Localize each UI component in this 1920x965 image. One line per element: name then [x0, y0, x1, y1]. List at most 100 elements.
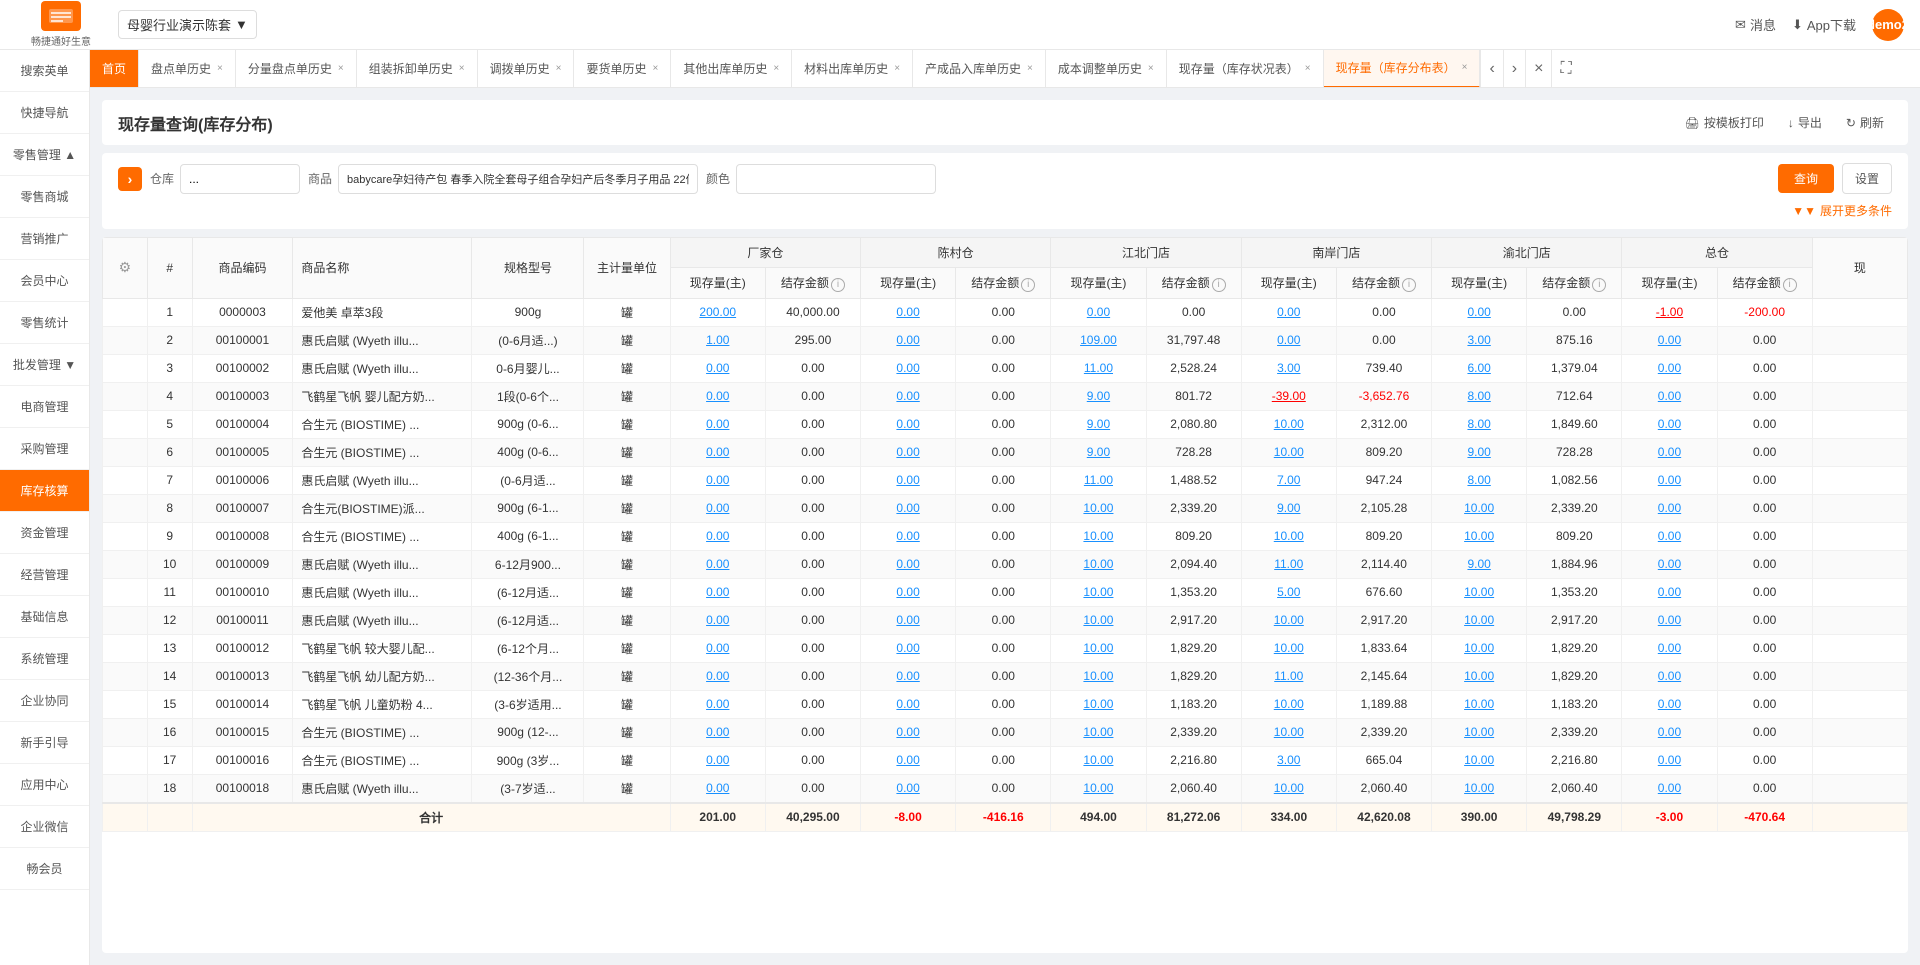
tab-stock-status[interactable]: 现存量（库存状况表） ×: [1167, 50, 1324, 88]
cell-w3-qty: 9.00: [1051, 438, 1146, 466]
w1-info-icon[interactable]: i: [831, 278, 845, 292]
close-tab-3[interactable]: ×: [459, 63, 465, 74]
color-input[interactable]: [736, 164, 936, 194]
query-button[interactable]: 查询: [1778, 164, 1834, 193]
app-download-btn[interactable]: ⬇ App下载: [1792, 15, 1856, 34]
cell-code: 00100010: [192, 578, 293, 606]
cell-name: 惠氏启赋 (Wyeth illu...: [293, 578, 472, 606]
close-tab-8[interactable]: ×: [1027, 63, 1033, 74]
sidebar-item-appcenter[interactable]: 应用中心: [0, 764, 89, 806]
cell-w1-qty: 0.00: [670, 718, 765, 746]
expand-filter-btn[interactable]: ▼▼ 展开更多条件: [1792, 202, 1892, 219]
close-tab-2[interactable]: ×: [338, 63, 344, 74]
sidebar-item-enterprise[interactable]: 企业协同: [0, 680, 89, 722]
cell-checkbox: [103, 690, 148, 718]
close-tab-6[interactable]: ×: [773, 63, 779, 74]
summary-w3-qty: 494.00: [1051, 803, 1146, 832]
cell-w3-qty: 9.00: [1051, 382, 1146, 410]
sidebar-item-inventory[interactable]: 库存核算: [0, 470, 89, 512]
sidebar-item-search[interactable]: 搜索英单: [0, 50, 89, 92]
tab-stock-dist[interactable]: 现存量（库存分布表） ×: [1324, 50, 1481, 88]
sidebar-item-mall[interactable]: 零售商城: [0, 176, 89, 218]
close-tab-11[interactable]: ×: [1462, 62, 1468, 73]
total-info-icon[interactable]: i: [1783, 278, 1797, 292]
cell-total-amt: 0.00: [1717, 550, 1812, 578]
sidebar-item-wholesale[interactable]: 批发管理 ▼: [0, 344, 89, 386]
print-btn[interactable]: 🖨 按模板打印: [1677, 110, 1772, 135]
settings-button[interactable]: 设置: [1842, 163, 1892, 194]
cell-w2-qty: 0.00: [861, 382, 956, 410]
tab-material-out[interactable]: 材料出库单历史 ×: [792, 50, 913, 88]
store-name: 母婴行业演示陈套: [127, 15, 231, 34]
sidebar-item-marketing[interactable]: 营销推广: [0, 218, 89, 260]
cell-w1-amt: 0.00: [765, 774, 860, 803]
tab-home[interactable]: 首页: [90, 50, 139, 88]
tab-other-out[interactable]: 其他出库单历史 ×: [671, 50, 792, 88]
w3-info-icon[interactable]: i: [1212, 278, 1226, 292]
store-selector[interactable]: 母婴行业演示陈套 ▼: [118, 10, 257, 39]
table-row: 7 00100006 惠氏启赋 (Wyeth illu... (0-6月适...…: [103, 466, 1908, 494]
cell-w3-amt: 1,829.20: [1146, 662, 1241, 690]
cell-code: 00100012: [192, 634, 293, 662]
cell-w3-amt: 728.28: [1146, 438, 1241, 466]
cell-w2-qty: 0.00: [861, 746, 956, 774]
sidebar-item-purchase[interactable]: 采购管理: [0, 428, 89, 470]
w5-info-icon[interactable]: i: [1592, 278, 1606, 292]
tab-inventory-check[interactable]: 盘点单历史 ×: [139, 50, 236, 88]
table-row: 6 00100005 合生元 (BIOSTIME) ... 400g (0-6.…: [103, 438, 1908, 466]
th-current: 现: [1812, 238, 1907, 299]
cell-total-qty: 0.00: [1622, 494, 1717, 522]
sidebar-item-nav[interactable]: 快捷导航: [0, 92, 89, 134]
cell-name: 合生元 (BIOSTIME) ...: [293, 746, 472, 774]
tab-product-in[interactable]: 产成品入库单历史 ×: [913, 50, 1046, 88]
warehouse-input[interactable]: [180, 164, 300, 194]
tab-close-all-btn[interactable]: ×: [1525, 50, 1551, 88]
table-row: 11 00100010 惠氏启赋 (Wyeth illu... (6-12月适.…: [103, 578, 1908, 606]
cell-w1-amt: 0.00: [765, 382, 860, 410]
tab-sub-inventory[interactable]: 分量盘点单历史 ×: [236, 50, 357, 88]
cell-w2-amt: 0.00: [956, 690, 1051, 718]
filter-toggle-btn[interactable]: ›: [118, 167, 142, 191]
w2-info-icon[interactable]: i: [1021, 278, 1035, 292]
sidebar-item-member2[interactable]: 畅会员: [0, 848, 89, 890]
sidebar-item-retail[interactable]: 零售管理 ▲: [0, 134, 89, 176]
w4-info-icon[interactable]: i: [1402, 278, 1416, 292]
close-tab-4[interactable]: ×: [556, 63, 562, 74]
close-tab-7[interactable]: ×: [894, 63, 900, 74]
sidebar-item-basic[interactable]: 基础信息: [0, 596, 89, 638]
cell-total-amt: 0.00: [1717, 746, 1812, 774]
filter-area: › 仓库 商品 颜色: [102, 153, 1908, 229]
close-tab-5[interactable]: ×: [652, 63, 658, 74]
close-tab-1[interactable]: ×: [217, 63, 223, 74]
product-input[interactable]: [338, 164, 698, 194]
sidebar-item-system[interactable]: 系统管理: [0, 638, 89, 680]
top-bar-left: 畅捷通好生意 母婴行业演示陈套 ▼: [16, 1, 257, 48]
close-tab-9[interactable]: ×: [1148, 63, 1154, 74]
tab-expand-btn[interactable]: ⛶: [1551, 50, 1579, 88]
sidebar-item-wecom[interactable]: 企业微信: [0, 806, 89, 848]
cell-total-qty: 0.00: [1622, 774, 1717, 803]
avatar[interactable]: demo2: [1872, 9, 1904, 41]
tab-assembly[interactable]: 组装拆卸单历史 ×: [357, 50, 478, 88]
sidebar-item-member[interactable]: 会员中心: [0, 260, 89, 302]
tab-cost-adjust[interactable]: 成本调整单历史 ×: [1046, 50, 1167, 88]
tab-prev-btn[interactable]: ‹: [1480, 50, 1502, 88]
export-btn[interactable]: ↓ 导出: [1780, 110, 1830, 135]
th-w2-amt: 结存金额i: [956, 268, 1051, 299]
sidebar-item-ecommerce[interactable]: 电商管理: [0, 386, 89, 428]
cell-w5-amt: 1,884.96: [1527, 550, 1622, 578]
summary-row: 合计 201.00 40,295.00 -8.00 -416.16 494.00…: [103, 803, 1908, 832]
sidebar-item-guide[interactable]: 新手引导: [0, 722, 89, 764]
tab-transfer[interactable]: 调拨单历史 ×: [478, 50, 575, 88]
settings-gear-icon[interactable]: ⚙: [119, 259, 132, 275]
sidebar-item-finance[interactable]: 资金管理: [0, 512, 89, 554]
tab-requisition[interactable]: 要货单历史 ×: [574, 50, 671, 88]
table-wrapper[interactable]: ⚙ # 商品编码 商品名称 规格型号 主计量单位 厂家仓 陈村仓 江北门店: [102, 237, 1908, 953]
sidebar-item-retail-stat[interactable]: 零售统计: [0, 302, 89, 344]
message-btn[interactable]: ✉ 消息: [1735, 15, 1776, 34]
tab-next-btn[interactable]: ›: [1503, 50, 1525, 88]
refresh-btn[interactable]: ↻ 刷新: [1838, 110, 1892, 135]
close-tab-10[interactable]: ×: [1305, 63, 1311, 74]
cell-w3-qty: 10.00: [1051, 774, 1146, 803]
sidebar-item-operation[interactable]: 经营管理: [0, 554, 89, 596]
